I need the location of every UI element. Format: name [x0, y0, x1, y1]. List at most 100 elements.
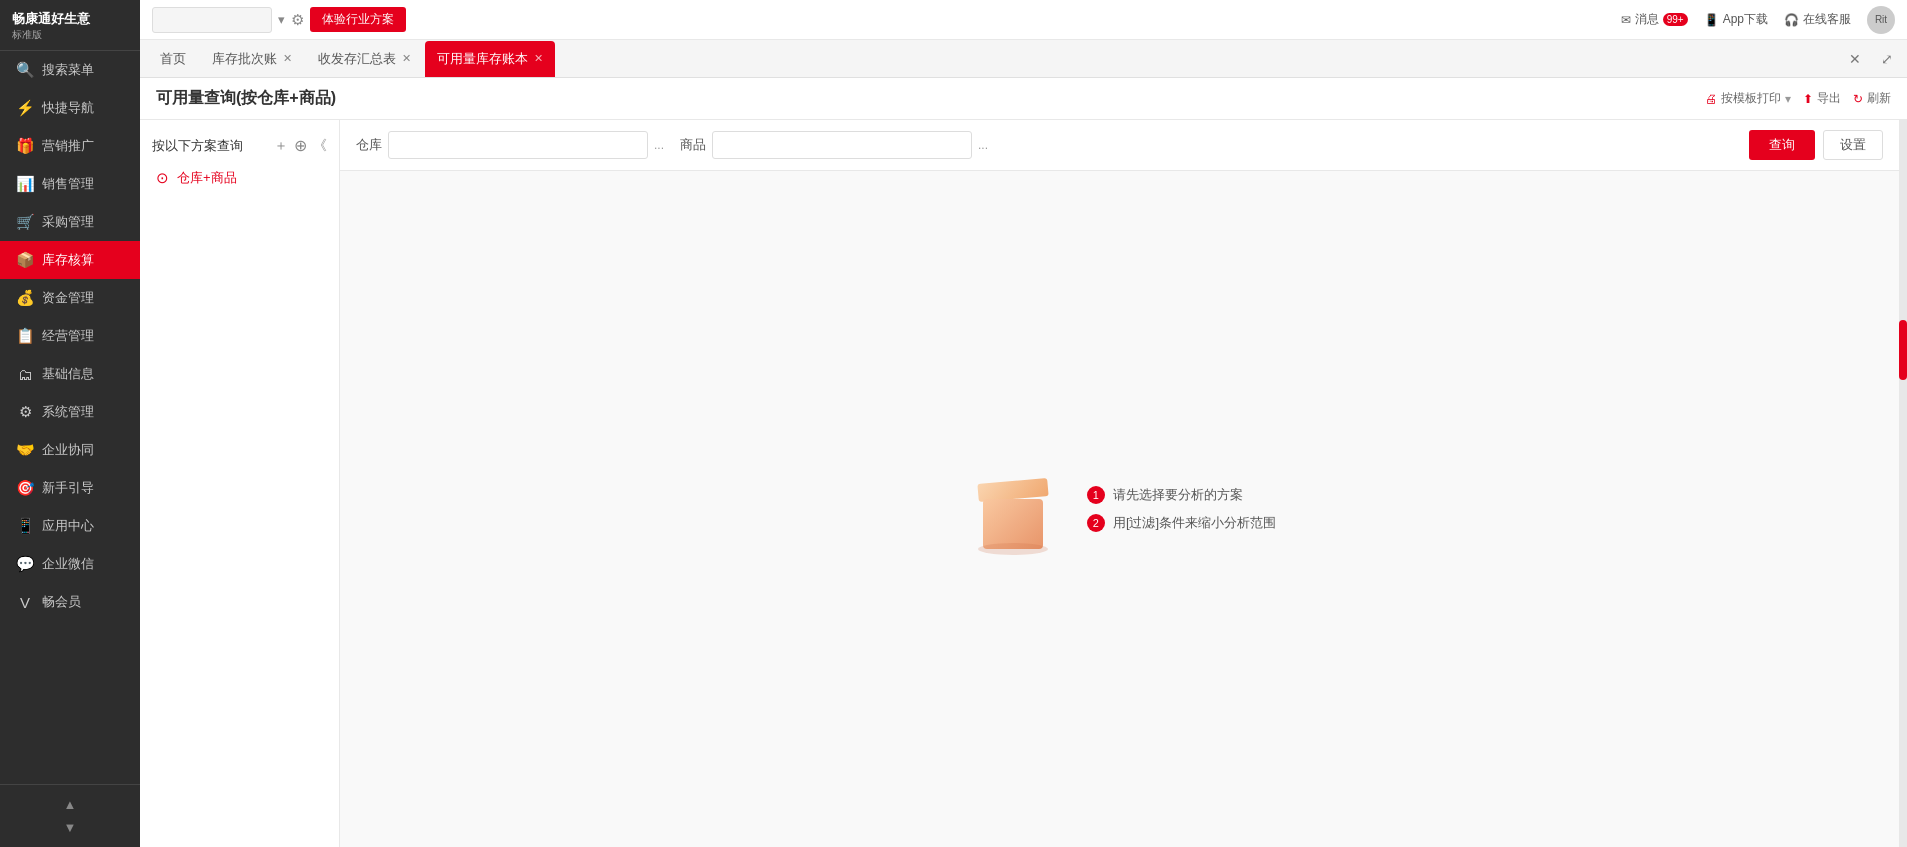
sidebar-icon-4: 🛒: [16, 213, 34, 231]
warehouse-more-btn[interactable]: ...: [654, 138, 664, 152]
sidebar-item-5[interactable]: 📦 库存核算: [0, 241, 140, 279]
right-scrollbar: [1899, 120, 1907, 847]
filter-settings-icon[interactable]: ⊕: [294, 136, 307, 155]
tab-label-1: 库存批次账: [212, 50, 277, 68]
tab-2[interactable]: 收发存汇总表 ✕: [306, 41, 423, 77]
sidebar-item-11[interactable]: 🎯新手引导: [0, 469, 140, 507]
box-body: [983, 499, 1043, 549]
topbar-right: ✉ 消息 99+ 📱 App下载 🎧 在线客服 Rit: [1621, 6, 1895, 34]
sidebar-item-10[interactable]: 🤝企业协同: [0, 431, 140, 469]
tab-label-2: 收发存汇总表: [318, 50, 396, 68]
sidebar-item-9[interactable]: ⚙系统管理: [0, 393, 140, 431]
maximize-window-btn[interactable]: ⤢: [1875, 47, 1899, 71]
filter-item-warehouse-goods[interactable]: ⊙ 仓库+商品: [140, 161, 339, 195]
query-area: 仓库 ... 商品 ... 查询 设置: [340, 120, 1899, 847]
empty-hints: 1 请先选择要分析的方案 2 用[过滤]条件来缩小分析范围: [1087, 486, 1276, 532]
tab-label-0: 首页: [160, 50, 186, 68]
topbar-chevron-icon[interactable]: ▾: [278, 12, 285, 27]
goods-input[interactable]: [712, 131, 972, 159]
sidebar-item-4[interactable]: 🛒采购管理: [0, 203, 140, 241]
sidebar-icon-0: 🔍: [16, 61, 34, 79]
tab-1[interactable]: 库存批次账 ✕: [200, 41, 304, 77]
page-title: 可用量查询(按仓库+商品): [156, 88, 336, 109]
print-label: 按模板打印: [1721, 90, 1781, 107]
message-badge: 99+: [1663, 13, 1688, 26]
settings-button[interactable]: 设置: [1823, 130, 1883, 160]
sidebar-icon-3: 📊: [16, 175, 34, 193]
message-item[interactable]: ✉ 消息 99+: [1621, 11, 1688, 28]
sidebar: 畅康通好生意 标准版 🔍 搜索菜单 ⚡快捷导航🎁营销推广📊销售管理🛒采购管理 📦 库存核…: [0, 0, 140, 847]
filter-item-icon: ⊙: [156, 169, 169, 187]
filter-collapse-icon[interactable]: 《: [313, 137, 327, 155]
warehouse-input[interactable]: [388, 131, 648, 159]
export-label: 导出: [1817, 90, 1841, 107]
sidebar-item-13[interactable]: 💬 企业微信: [0, 545, 140, 583]
sidebar-item-2[interactable]: 🎁营销推广: [0, 127, 140, 165]
sidebar-scroll-down[interactable]: ▼: [8, 816, 132, 839]
print-chevron-icon[interactable]: ▾: [1785, 92, 1791, 106]
tab-3[interactable]: 可用量库存账本✕: [425, 41, 555, 77]
app-download-item[interactable]: 📱 App下载: [1704, 11, 1768, 28]
sidebar-item-8[interactable]: 🗂基础信息: [0, 355, 140, 393]
warehouse-field: 仓库 ...: [356, 131, 664, 159]
sidebar-icon-9: ⚙: [16, 403, 34, 421]
goods-more-btn[interactable]: ...: [978, 138, 988, 152]
tab-close-3[interactable]: ✕: [534, 52, 543, 65]
export-btn[interactable]: ⬆ 导出: [1803, 90, 1841, 107]
page-header: 可用量查询(按仓库+商品) 🖨 按模板打印 ▾ ⬆ 导出 ↻ 刷新: [140, 78, 1907, 120]
empty-illustration: [963, 459, 1063, 559]
tab-close-1[interactable]: ✕: [283, 52, 292, 65]
filter-add-icon[interactable]: ＋: [274, 137, 288, 155]
topbar-search-input[interactable]: [152, 7, 272, 33]
user-avatar[interactable]: Rit: [1867, 6, 1895, 34]
headset-icon: 🎧: [1784, 13, 1799, 27]
topbar: ▾ ⚙ 体验行业方案 ✉ 消息 99+ 📱 App下载 🎧 在线客服 Rit: [140, 0, 1907, 40]
query-button[interactable]: 查询: [1749, 130, 1815, 160]
sidebar-item-6[interactable]: 💰资金管理: [0, 279, 140, 317]
filter-header: 按以下方案查询 ＋ ⊕ 《: [140, 130, 339, 161]
tabbar: 首页库存批次账✕收发存汇总表✕可用量库存账本✕ ✕ ⤢: [140, 40, 1907, 78]
sidebar-label-0: 搜索菜单: [42, 61, 94, 79]
refresh-icon: ↻: [1853, 92, 1863, 106]
sidebar-item-1[interactable]: ⚡快捷导航: [0, 89, 140, 127]
sidebar-item-12[interactable]: 📱应用中心: [0, 507, 140, 545]
sidebar-item-7[interactable]: 📋经营管理: [0, 317, 140, 355]
hint-1-num: 1: [1087, 486, 1105, 504]
sidebar-item-0[interactable]: 🔍 搜索菜单: [0, 51, 140, 89]
filter-panel: 按以下方案查询 ＋ ⊕ 《 ⊙ 仓库+商品: [140, 120, 340, 847]
sidebar-scroll-up[interactable]: ▲: [8, 793, 132, 816]
tab-close-2[interactable]: ✕: [402, 52, 411, 65]
main-content: ▾ ⚙ 体验行业方案 ✉ 消息 99+ 📱 App下载 🎧 在线客服 Rit: [140, 0, 1907, 847]
industry-btn[interactable]: 体验行业方案: [310, 7, 406, 32]
sidebar-item-14[interactable]: V畅会员: [0, 583, 140, 621]
export-icon: ⬆: [1803, 92, 1813, 106]
online-support-item[interactable]: 🎧 在线客服: [1784, 11, 1851, 28]
sidebar-icon-13: 💬: [16, 555, 34, 573]
topbar-gear-icon[interactable]: ⚙: [291, 11, 304, 29]
scrollbar-thumb[interactable]: [1899, 320, 1907, 380]
content-area: 按以下方案查询 ＋ ⊕ 《 ⊙ 仓库+商品 仓库 ...: [140, 120, 1907, 847]
sidebar-icon-5: 📦: [16, 251, 34, 269]
app-name: 畅康通好生意: [12, 10, 128, 28]
user-name: Rit: [1867, 6, 1895, 34]
hint-1-text: 请先选择要分析的方案: [1113, 486, 1243, 504]
sidebar-label-14: 畅会员: [42, 593, 81, 611]
sidebar-scroll: 🔍 搜索菜单 ⚡快捷导航🎁营销推广📊销售管理🛒采购管理 📦 库存核算 💰资金管理📋经营管理…: [0, 51, 140, 784]
query-toolbar: 仓库 ... 商品 ... 查询 设置: [340, 120, 1899, 171]
sidebar-icon-11: 🎯: [16, 479, 34, 497]
refresh-btn[interactable]: ↻ 刷新: [1853, 90, 1891, 107]
tab-0[interactable]: 首页: [148, 41, 198, 77]
sidebar-label-1: 快捷导航: [42, 99, 94, 117]
filter-header-actions: ＋ ⊕ 《: [274, 136, 327, 155]
sidebar-logo: 畅康通好生意 标准版: [0, 0, 140, 51]
print-btn[interactable]: 🖨 按模板打印 ▾: [1705, 90, 1791, 107]
box-shadow: [978, 543, 1048, 555]
close-window-btn[interactable]: ✕: [1843, 47, 1867, 71]
message-label: 消息: [1635, 11, 1659, 28]
message-icon: ✉: [1621, 13, 1631, 27]
sidebar-item-3[interactable]: 📊销售管理: [0, 165, 140, 203]
sidebar-label-13: 企业微信: [42, 555, 94, 573]
sidebar-label-5: 库存核算: [42, 251, 94, 269]
sidebar-label-8: 基础信息: [42, 365, 94, 383]
filter-item-label: 仓库+商品: [177, 169, 237, 187]
